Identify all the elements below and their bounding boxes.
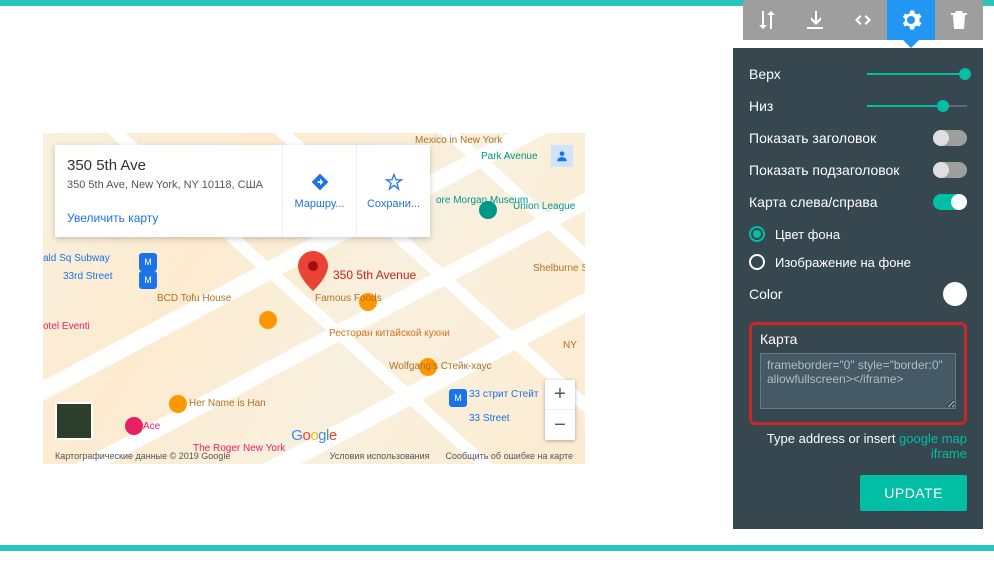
bg-color-label: Цвет фона <box>775 227 840 242</box>
report-error-link[interactable]: Сообщить об ошибке на карте <box>446 451 573 461</box>
info-address: 350 5th Ave, New York, NY 10118, США <box>67 178 270 193</box>
map-info-card: 350 5th Ave 350 5th Ave, New York, NY 10… <box>55 145 430 237</box>
directions-button[interactable]: Маршру... <box>282 145 356 237</box>
marker-label: 350 5th Avenue <box>333 268 416 282</box>
color-label: Color <box>749 286 782 302</box>
show-subtitle-label: Показать подзаголовок <box>749 162 899 178</box>
profile-icon[interactable] <box>551 145 573 167</box>
helper-text: Type address or insert google map iframe <box>749 431 967 461</box>
swap-button[interactable] <box>743 0 791 40</box>
top-slider-label: Верх <box>749 66 781 82</box>
update-button[interactable]: UPDATE <box>860 475 967 511</box>
terms-link[interactable]: Условия использования <box>330 451 430 461</box>
show-subtitle-toggle[interactable] <box>933 162 967 178</box>
map-code-label: Карта <box>760 331 956 347</box>
map-marker-icon <box>298 251 328 296</box>
bg-image-label: Изображение на фоне <box>775 255 911 270</box>
delete-button[interactable] <box>935 0 983 40</box>
map-side-label: Карта слева/справа <box>749 194 877 210</box>
map-side-toggle[interactable] <box>933 194 967 210</box>
settings-button[interactable] <box>887 0 935 40</box>
show-title-label: Показать заголовок <box>749 130 876 146</box>
download-button[interactable] <box>791 0 839 40</box>
map-preview: Mexico in New York Park Avenue ore Morga… <box>43 133 585 464</box>
zoom-controls: + − <box>545 380 575 440</box>
bg-color-radio[interactable]: Цвет фона <box>749 226 967 242</box>
map-code-textarea[interactable] <box>760 353 956 409</box>
settings-panel: Верх Низ Показать заголовок Показать под… <box>733 48 983 529</box>
top-slider[interactable] <box>867 73 967 75</box>
editor-toolbar <box>743 0 983 40</box>
map-code-section: Карта <box>749 322 967 425</box>
code-button[interactable] <box>839 0 887 40</box>
google-logo: Google <box>291 427 336 444</box>
color-swatch[interactable] <box>943 282 967 306</box>
info-title: 350 5th Ave <box>67 157 270 174</box>
zoom-out-button[interactable]: − <box>545 410 575 440</box>
bg-image-radio[interactable]: Изображение на фоне <box>749 254 967 270</box>
save-place-button[interactable]: Сохрани... <box>356 145 430 237</box>
bottom-slider-label: Низ <box>749 98 773 114</box>
show-title-toggle[interactable] <box>933 130 967 146</box>
gmap-iframe-link[interactable]: google map iframe <box>899 431 967 461</box>
map-footer: Картографические данные © 2019 Google Ус… <box>43 451 585 461</box>
bottom-slider[interactable] <box>867 105 967 107</box>
copyright-text: Картографические данные © 2019 Google <box>55 451 230 461</box>
enlarge-map-link[interactable]: Увеличить карту <box>67 211 158 225</box>
zoom-in-button[interactable]: + <box>545 380 575 410</box>
satellite-toggle[interactable] <box>55 402 93 440</box>
